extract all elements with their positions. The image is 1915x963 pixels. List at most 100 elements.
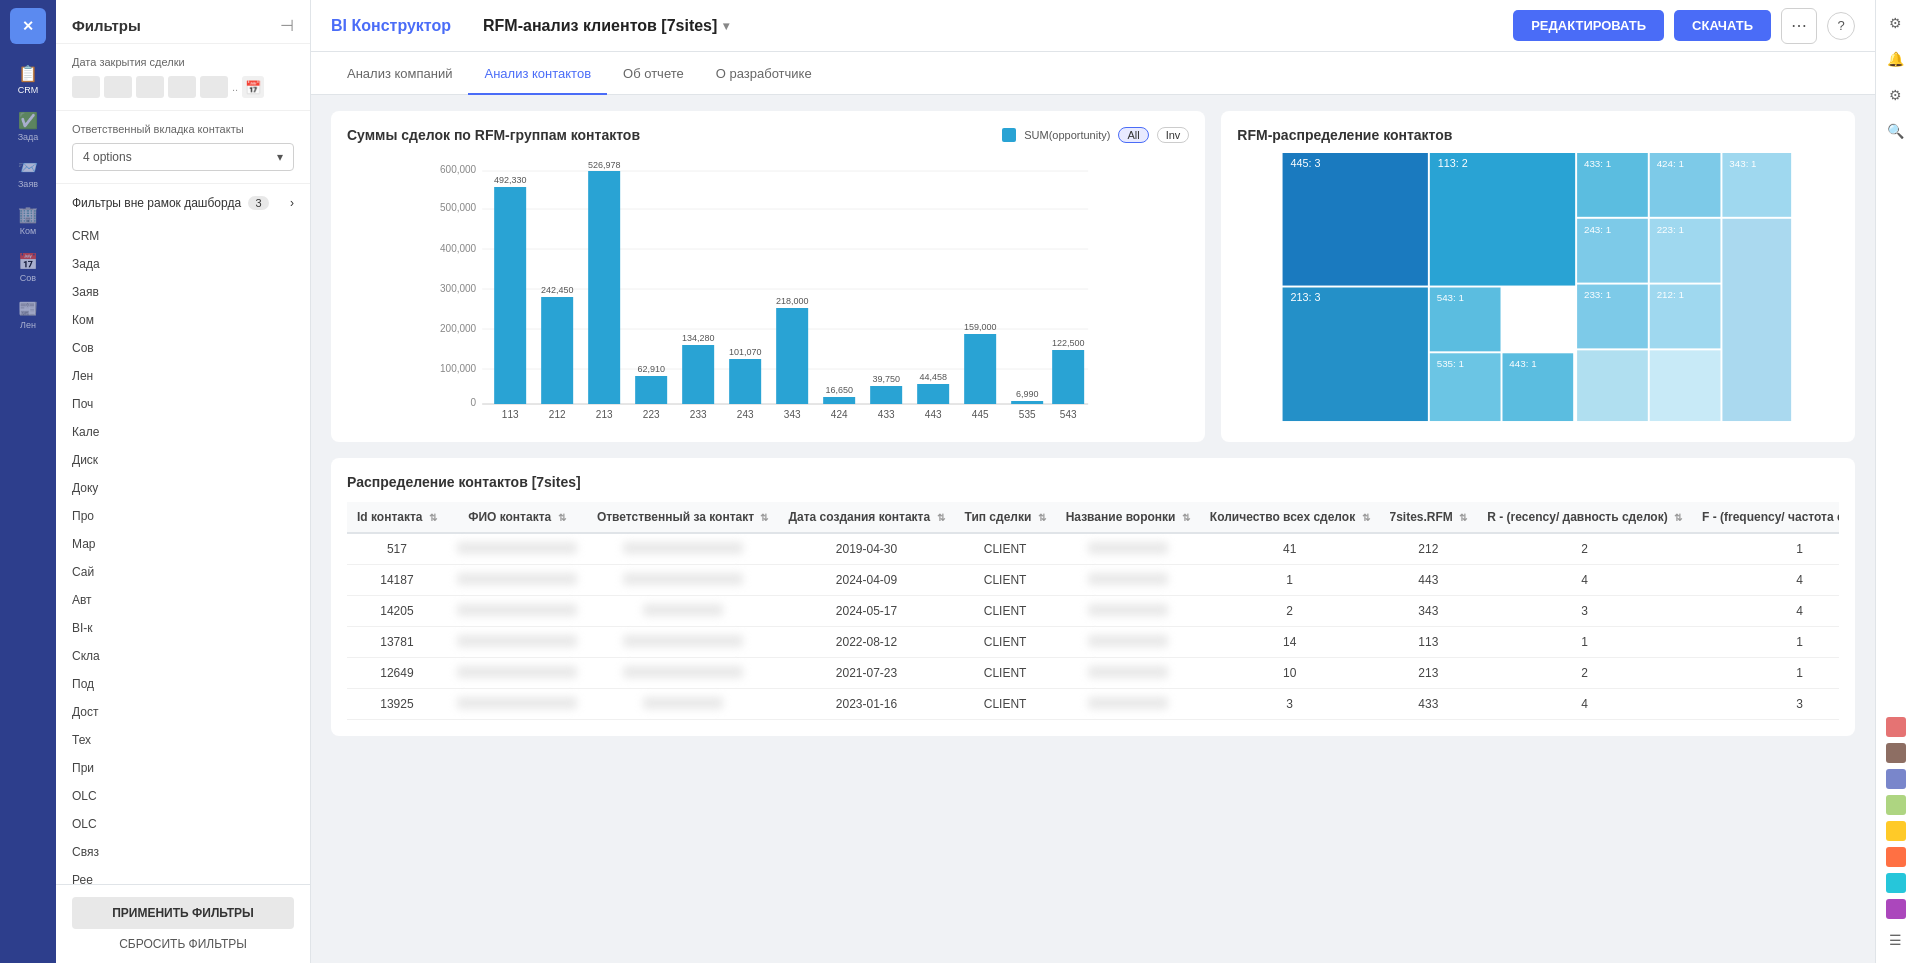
date-from-5[interactable] bbox=[200, 76, 228, 98]
bar-213[interactable] bbox=[588, 171, 620, 404]
bar-223[interactable] bbox=[635, 376, 667, 404]
color-swatch-brown[interactable] bbox=[1886, 743, 1906, 763]
nav-contacts[interactable]: Связ bbox=[56, 838, 310, 866]
date-calendar-icon[interactable]: 📅 bbox=[242, 76, 264, 98]
bar-212[interactable] bbox=[541, 297, 573, 404]
nav-docs[interactable]: Доку bbox=[56, 474, 310, 502]
nav-item-requests[interactable]: 📨Заяв bbox=[0, 150, 56, 197]
treemap-cell-extra3[interactable] bbox=[1723, 219, 1792, 421]
nav-olc2[interactable]: OLC bbox=[56, 810, 310, 838]
nav-feed[interactable]: Лен bbox=[56, 362, 310, 390]
bar-433[interactable] bbox=[870, 386, 902, 404]
date-from-4[interactable] bbox=[168, 76, 196, 98]
download-button[interactable]: СКАЧАТЬ bbox=[1674, 10, 1771, 41]
bar-233[interactable] bbox=[682, 345, 714, 404]
nav-pro[interactable]: Про bbox=[56, 502, 310, 530]
sidebar-collapse-button[interactable]: ⊣ bbox=[280, 16, 294, 35]
bar-535[interactable] bbox=[1011, 401, 1043, 404]
sort-rfm-icon[interactable]: ⇅ bbox=[1459, 512, 1467, 523]
tab-contacts[interactable]: Анализ контактов bbox=[468, 52, 607, 95]
help-button[interactable]: ? bbox=[1827, 12, 1855, 40]
bar-443[interactable] bbox=[917, 384, 949, 404]
tab-developer[interactable]: О разработчике bbox=[700, 52, 828, 95]
reset-filters-link[interactable]: СБРОСИТЬ ФИЛЬТРЫ bbox=[72, 937, 294, 951]
nav-subscriptions[interactable]: Под bbox=[56, 670, 310, 698]
legend-all-badge[interactable]: All bbox=[1118, 127, 1148, 143]
sort-funnel-icon[interactable]: ⇅ bbox=[1182, 512, 1190, 523]
bar-445[interactable] bbox=[964, 334, 996, 404]
bar-543[interactable] bbox=[1052, 350, 1084, 404]
nav-calendar[interactable]: Кале bbox=[56, 418, 310, 446]
legend-inv-badge[interactable]: Inv bbox=[1157, 127, 1190, 143]
nav-bi[interactable]: BI-к bbox=[56, 614, 310, 642]
color-swatch-yellow[interactable] bbox=[1886, 821, 1906, 841]
treemap-cell-113[interactable] bbox=[1430, 153, 1575, 286]
more-options-button[interactable]: ⋯ bbox=[1781, 8, 1817, 44]
treemap-cell-extra2[interactable] bbox=[1650, 350, 1721, 421]
nav-tech[interactable]: Тех bbox=[56, 726, 310, 754]
col-resp[interactable]: Ответственный за контакт ⇅ bbox=[587, 502, 779, 533]
nav-crm[interactable]: CRM bbox=[56, 222, 310, 250]
sort-r-icon[interactable]: ⇅ bbox=[1674, 512, 1682, 523]
bar-113[interactable] bbox=[494, 187, 526, 404]
tab-about[interactable]: Об отчете bbox=[607, 52, 700, 95]
nav-olc1[interactable]: OLC bbox=[56, 782, 310, 810]
col-date[interactable]: Дата создания контакта ⇅ bbox=[778, 502, 954, 533]
tab-companies[interactable]: Анализ компаний bbox=[331, 52, 468, 95]
treemap-cell-445[interactable] bbox=[1283, 153, 1428, 286]
nav-map[interactable]: Мар bbox=[56, 530, 310, 558]
color-swatch-purple[interactable] bbox=[1886, 899, 1906, 919]
col-type[interactable]: Тип сделки ⇅ bbox=[955, 502, 1056, 533]
color-swatch-green[interactable] bbox=[1886, 795, 1906, 815]
nav-registry[interactable]: Рее bbox=[56, 866, 310, 884]
nav-requests[interactable]: Заяв bbox=[56, 278, 310, 306]
nav-kom[interactable]: Ком bbox=[56, 306, 310, 334]
report-title-chevron-icon[interactable]: ▾ bbox=[723, 19, 729, 33]
col-count[interactable]: Количество всех сделок ⇅ bbox=[1200, 502, 1380, 533]
sync-icon[interactable]: ⚙ bbox=[1881, 80, 1911, 110]
nav-sites[interactable]: Сай bbox=[56, 558, 310, 586]
col-rfm[interactable]: 7sites.RFM ⇅ bbox=[1380, 502, 1478, 533]
nav-delivery[interactable]: Дост bbox=[56, 698, 310, 726]
edit-button[interactable]: РЕДАКТИРОВАТЬ bbox=[1513, 10, 1664, 41]
date-from-2[interactable] bbox=[104, 76, 132, 98]
col-f[interactable]: F - (frequency/ частота сделок) ⇅ bbox=[1692, 502, 1839, 533]
date-from-1[interactable] bbox=[72, 76, 100, 98]
nav-item-meetings[interactable]: 📅Сов bbox=[0, 244, 56, 291]
bell-icon[interactable]: 🔔 bbox=[1881, 44, 1911, 74]
date-from-3[interactable] bbox=[136, 76, 164, 98]
search-icon[interactable]: 🔍 bbox=[1881, 116, 1911, 146]
sort-date-icon[interactable]: ⇅ bbox=[937, 512, 945, 523]
col-funnel[interactable]: Название воронки ⇅ bbox=[1056, 502, 1200, 533]
color-swatch-red[interactable] bbox=[1886, 717, 1906, 737]
nav-item-companies[interactable]: 🏢Ком bbox=[0, 197, 56, 244]
bar-243[interactable] bbox=[729, 359, 761, 404]
sort-type-icon[interactable]: ⇅ bbox=[1038, 512, 1046, 523]
nav-disk[interactable]: Диск bbox=[56, 446, 310, 474]
apply-filters-button[interactable]: ПРИМЕНИТЬ ФИЛЬТРЫ bbox=[72, 897, 294, 929]
nav-auto[interactable]: Авт bbox=[56, 586, 310, 614]
bar-343[interactable] bbox=[776, 308, 808, 404]
treemap-cell-213[interactable] bbox=[1283, 288, 1428, 422]
app-icon[interactable]: ✕ bbox=[10, 8, 46, 44]
treemap-cell-extra1[interactable] bbox=[1577, 350, 1648, 421]
color-swatch-orange[interactable] bbox=[1886, 847, 1906, 867]
nav-item-feed[interactable]: 📰Лен bbox=[0, 291, 56, 338]
nav-item-crm[interactable]: 📋CRM bbox=[0, 56, 56, 103]
nav-apps[interactable]: При bbox=[56, 754, 310, 782]
nav-mail[interactable]: Поч bbox=[56, 390, 310, 418]
sort-fio-icon[interactable]: ⇅ bbox=[558, 512, 566, 523]
menu-icon[interactable]: ☰ bbox=[1881, 925, 1911, 955]
sort-resp-icon[interactable]: ⇅ bbox=[760, 512, 768, 523]
nav-meetings[interactable]: Сов bbox=[56, 334, 310, 362]
bar-424[interactable] bbox=[823, 397, 855, 404]
col-fio[interactable]: ФИО контакта ⇅ bbox=[447, 502, 587, 533]
sort-count-icon[interactable]: ⇅ bbox=[1362, 512, 1370, 523]
col-r[interactable]: R - (recency/ давность сделок) ⇅ bbox=[1477, 502, 1692, 533]
nav-warehouse[interactable]: Скла bbox=[56, 642, 310, 670]
col-id[interactable]: Id контакта ⇅ bbox=[347, 502, 447, 533]
nav-tasks[interactable]: Зада bbox=[56, 250, 310, 278]
color-swatch-indigo[interactable] bbox=[1886, 769, 1906, 789]
responsible-dropdown[interactable]: 4 options ▾ bbox=[72, 143, 294, 171]
color-swatch-cyan[interactable] bbox=[1886, 873, 1906, 893]
